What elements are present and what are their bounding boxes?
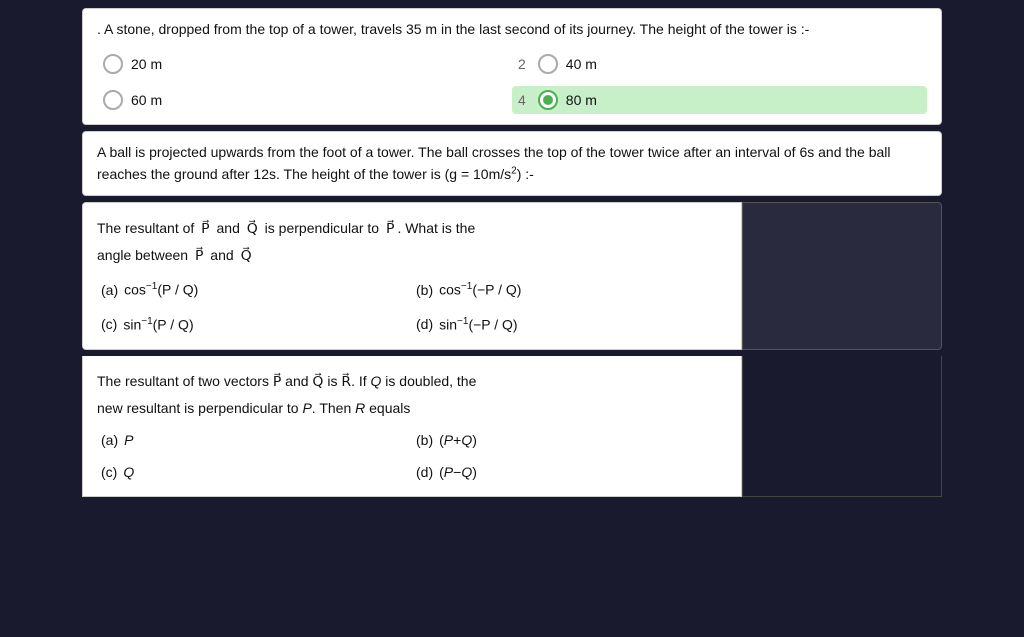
q3-value-b: cos−1(−P / Q) [439,278,521,302]
q3-value-a: cos−1(P / Q) [124,278,198,302]
q3-options: (a) cos−1(P / Q) (b) cos−1(−P / Q) (c) s… [97,276,727,339]
q3-option-b[interactable]: (b) cos−1(−P / Q) [412,276,727,304]
q4-value-a: P [124,429,133,451]
q3-option-c[interactable]: (c) sin−1(P / Q) [97,311,412,339]
q1-label-3: 60 m [131,92,162,108]
q1-text: . A stone, dropped from the top of a tow… [97,19,927,40]
q4-option-a[interactable]: (a) P [97,427,412,453]
q1-option-4[interactable]: 4 80 m [512,86,927,114]
question-4-container: The resultant of two vectors P⃗ and Q⃗ i… [82,356,942,497]
q2-text: A ball is projected upwards from the foo… [97,144,891,182]
q1-label-1: 20 m [131,56,162,72]
q1-num-2: 2 [518,56,526,72]
question-2: A ball is projected upwards from the foo… [82,131,942,196]
q4-text: The resultant of two vectors P⃗ and Q⃗ i… [97,370,727,392]
q1-label-4: 80 m [566,92,597,108]
q1-label-2: 40 m [566,56,597,72]
q4-label-d: (d) [416,461,433,483]
q4-options: (a) P (b) (P+Q) (c) Q (d) (P−Q) [97,427,727,486]
q3-option-a[interactable]: (a) cos−1(P / Q) [97,276,412,304]
q4-text2: new resultant is perpendicular to P. The… [97,397,727,419]
question-4: The resultant of two vectors P⃗ and Q⃗ i… [82,356,742,497]
q4-label-a: (a) [101,429,118,451]
q3-option-d[interactable]: (d) sin−1(−P / Q) [412,311,727,339]
q3-value-d: sin−1(−P / Q) [439,313,517,337]
q4-dark-panel [742,356,942,497]
q4-option-d[interactable]: (d) (P−Q) [412,459,727,485]
q4-value-b: (P+Q) [439,429,477,451]
q1-radio-1[interactable] [103,54,123,74]
q4-value-c: Q [123,461,134,483]
q4-label-c: (c) [101,461,117,483]
q1-options: 20 m 2 40 m 60 m 4 80 m [97,50,927,114]
q3-label-d: (d) [416,313,433,337]
q1-option-1[interactable]: 20 m [97,50,512,78]
q1-radio-3[interactable] [103,90,123,110]
q3-dark-panel [742,202,942,351]
q3-label-b: (b) [416,279,433,303]
question-1: . A stone, dropped from the top of a tow… [82,8,942,125]
q4-value-d: (P−Q) [439,461,477,483]
q3-heading: The resultant of P⃗ and Q⃗ is perpendicu… [97,217,727,241]
q1-option-3[interactable]: 60 m [97,86,512,114]
q4-option-b[interactable]: (b) (P+Q) [412,427,727,453]
q4-label-b: (b) [416,429,433,451]
q1-radio-2[interactable] [538,54,558,74]
question-3-container: The resultant of P⃗ and Q⃗ is perpendicu… [82,202,942,351]
q1-radio-4[interactable] [538,90,558,110]
q3-subheading: angle between P⃗ and Q⃗ [97,244,727,268]
q3-label-a: (a) [101,279,118,303]
q4-option-c[interactable]: (c) Q [97,459,412,485]
q1-num-4: 4 [518,92,526,108]
question-3: The resultant of P⃗ and Q⃗ is perpendicu… [82,202,742,351]
q3-value-c: sin−1(P / Q) [123,313,193,337]
q1-option-2[interactable]: 2 40 m [512,50,927,78]
q3-label-c: (c) [101,313,117,337]
